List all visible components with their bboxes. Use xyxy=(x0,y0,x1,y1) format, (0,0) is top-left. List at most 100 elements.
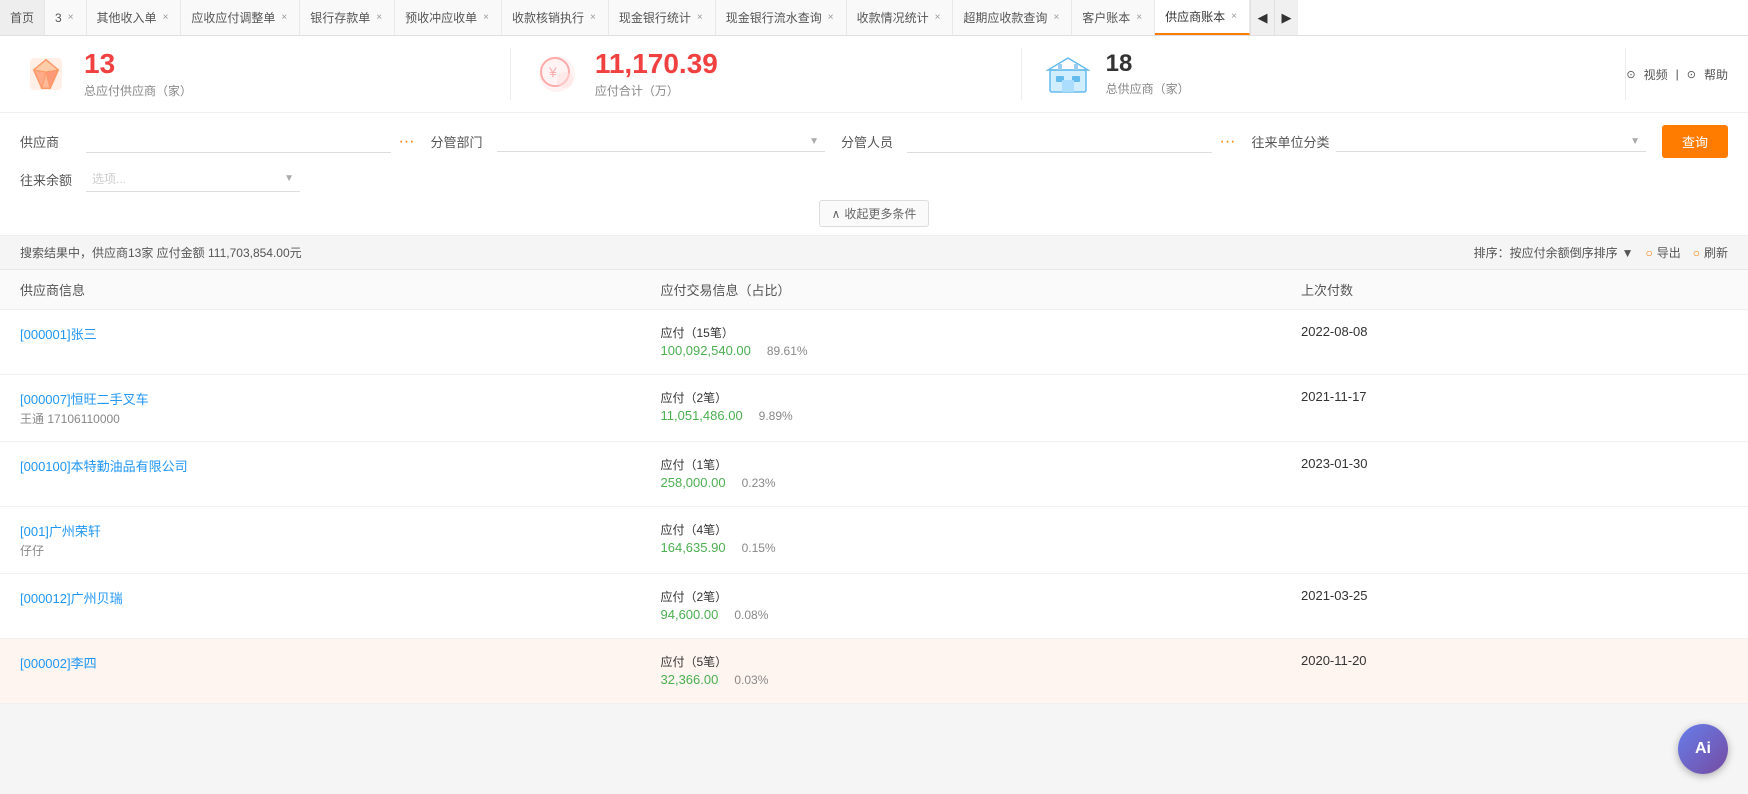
tx-label: 应付（2笔） xyxy=(661,588,1302,605)
filter-person-dots[interactable]: ··· xyxy=(1220,133,1236,151)
result-bar: 搜索结果中，供应商13家 应付金额 111,703,854.00元 排序：按应付… xyxy=(0,236,1748,270)
nav-tab-overdue-query-close[interactable]: × xyxy=(1051,12,1061,23)
tx-percent: 0.23% xyxy=(742,476,776,490)
filter-balance-value: 选项... xyxy=(92,170,126,187)
nav-tab-bank-deposit-label: 银行存款单 xyxy=(310,9,370,26)
last-pay-cell: 2022-08-08 xyxy=(1301,324,1728,339)
col-last-pay: 上次付数 xyxy=(1301,280,1728,299)
help-link[interactable]: 帮助 xyxy=(1704,66,1728,83)
filter-row-1: 供应商 ··· 分管部门 ▼ 分管人员 ··· 往来单位分类 ▼ 查询 xyxy=(20,125,1728,158)
nav-tab-3[interactable]: 3 × xyxy=(45,0,87,35)
filter-category: 往来单位分类 ▼ xyxy=(1252,132,1647,152)
tx-amount[interactable]: 11,051,486.00 xyxy=(661,408,743,423)
tx-cell: 应付（1笔） 258,000.00 0.23% xyxy=(661,456,1302,492)
nav-arrow-left[interactable]: ◀ xyxy=(1250,0,1274,35)
tx-cell: 应付（2笔） 94,600.00 0.08% xyxy=(661,588,1302,624)
help-icon: ⊙ xyxy=(1687,68,1696,81)
nav-tab-cash-bank-flow-label: 现金银行流水查询 xyxy=(726,9,822,26)
filter-category-select[interactable]: ▼ xyxy=(1336,132,1646,152)
nav-tab-cash-bank-stats-close[interactable]: × xyxy=(695,12,705,23)
nav-tab-collection-review[interactable]: 收款核销执行 × xyxy=(502,0,609,35)
nav-tab-customer-account-close[interactable]: × xyxy=(1134,12,1144,23)
filter-supplier-label: 供应商 xyxy=(20,132,80,151)
ai-assistant-button[interactable]: Ai xyxy=(1678,724,1728,774)
tx-amount[interactable]: 100,092,540.00 xyxy=(661,343,751,358)
filter-person: 分管人员 ··· xyxy=(841,130,1236,153)
nav-tab-cash-bank-stats-label: 现金银行统计 xyxy=(619,9,691,26)
nav-tab-advance-offset[interactable]: 预收冲应收单 × xyxy=(395,0,502,35)
nav-tab-other-income-close[interactable]: × xyxy=(161,12,171,23)
nav-tab-collection-review-close[interactable]: × xyxy=(588,12,598,23)
main-table: 供应商信息 应付交易信息（占比） 上次付数 [000001]张三 应付（15笔）… xyxy=(0,270,1748,704)
filter-balance: 往来余额 选项... ▼ xyxy=(20,166,300,192)
last-pay-cell: 2023-01-30 xyxy=(1301,456,1728,471)
nav-tab-collection-stats-label: 收款情况统计 xyxy=(857,9,929,26)
nav-arrow-right[interactable]: ▶ xyxy=(1274,0,1298,35)
tx-cell: 应付（5笔） 32,366.00 0.03% xyxy=(661,653,1302,689)
nav-tab-ap-adjust-close[interactable]: × xyxy=(279,12,289,23)
supplier-link[interactable]: [000001]张三 xyxy=(20,327,97,342)
nav-tab-supplier-account-close[interactable]: × xyxy=(1229,11,1239,22)
nav-tab-supplier-account[interactable]: 供应商账本 × xyxy=(1155,0,1250,35)
tx-amount[interactable]: 164,635.90 xyxy=(661,540,726,555)
supplier-link[interactable]: [001]广州荣轩 xyxy=(20,524,101,539)
stats-bar: 13 总应付供应商（家） ¥ 11,170.39 应付合计（万） xyxy=(0,36,1748,113)
nav-tab-bank-deposit-close[interactable]: × xyxy=(374,12,384,23)
nav-tab-other-income[interactable]: 其他收入单 × xyxy=(87,0,182,35)
tx-cell: 应付（2笔） 11,051,486.00 9.89% xyxy=(661,389,1302,425)
last-pay-date: 2023-01-30 xyxy=(1301,456,1368,471)
sort-icon: ▼ xyxy=(1622,246,1634,260)
ai-icon: Ai xyxy=(1695,740,1711,758)
tx-label: 应付（5笔） xyxy=(661,653,1302,670)
supplier-sub: 王通 17106110000 xyxy=(20,410,661,427)
supplier-link[interactable]: [000007]恒旺二手叉车 xyxy=(20,392,149,407)
nav-tab-collection-stats[interactable]: 收款情况统计 × xyxy=(847,0,954,35)
tx-percent: 9.89% xyxy=(759,409,793,423)
export-button[interactable]: ○ 导出 xyxy=(1645,244,1680,261)
supplier-link[interactable]: [000002]李四 xyxy=(20,656,97,671)
nav-tab-bank-deposit[interactable]: 银行存款单 × xyxy=(300,0,395,35)
query-button[interactable]: 查询 xyxy=(1662,125,1728,158)
sort-dropdown[interactable]: 排序：按应付余额倒序排序 ▼ xyxy=(1474,244,1634,261)
nav-tab-collection-stats-close[interactable]: × xyxy=(933,12,943,23)
filter-dept-select[interactable]: ▼ xyxy=(497,132,826,152)
refresh-label: 刷新 xyxy=(1704,244,1728,261)
nav-tab-cash-bank-flow-close[interactable]: × xyxy=(826,12,836,23)
filter-balance-select[interactable]: 选项... ▼ xyxy=(86,166,300,192)
refresh-icon: ○ xyxy=(1693,246,1700,260)
nav-tab-advance-offset-label: 预收冲应收单 xyxy=(405,9,477,26)
tx-amount[interactable]: 258,000.00 xyxy=(661,475,726,490)
total-suppliers-text: 18 总供应商（家） xyxy=(1106,52,1190,97)
tx-cell: 应付（15笔） 100,092,540.00 89.61% xyxy=(661,324,1302,360)
last-pay-date: 2021-03-25 xyxy=(1301,588,1368,603)
nav-tab-customer-account-label: 客户账本 xyxy=(1082,9,1130,26)
filter-supplier-dots[interactable]: ··· xyxy=(399,133,415,151)
svg-text:¥: ¥ xyxy=(548,64,557,80)
nav-tab-cash-bank-stats[interactable]: 现金银行统计 × xyxy=(609,0,716,35)
filter-supplier-input[interactable] xyxy=(86,130,391,153)
filter-balance-label: 往来余额 xyxy=(20,170,80,189)
nav-tab-customer-account[interactable]: 客户账本 × xyxy=(1072,0,1155,35)
export-label: 导出 xyxy=(1657,244,1681,261)
nav-tab-ap-adjust[interactable]: 应收应付调整单 × xyxy=(181,0,300,35)
nav-tab-cash-bank-flow[interactable]: 现金银行流水查询 × xyxy=(716,0,847,35)
filter-person-input[interactable] xyxy=(907,130,1212,153)
supplier-link[interactable]: [000100]本特勤油品有限公司 xyxy=(20,459,188,474)
ap-suppliers-label: 总应付供应商（家） xyxy=(84,82,192,99)
nav-tab-advance-offset-close[interactable]: × xyxy=(481,12,491,23)
filter-dept: 分管部门 ▼ xyxy=(431,132,826,152)
nav-tab-home[interactable]: 首页 xyxy=(0,0,45,35)
nav-tab-overdue-query[interactable]: 超期应收款查询 × xyxy=(953,0,1072,35)
nav-tab-3-close[interactable]: × xyxy=(66,12,76,23)
refresh-button[interactable]: ○ 刷新 xyxy=(1693,244,1728,261)
collapse-button[interactable]: ∧ 收起更多条件 xyxy=(819,200,930,227)
supplier-cell: [000100]本特勤油品有限公司 xyxy=(20,456,661,475)
col-supplier-info: 供应商信息 xyxy=(20,280,661,299)
supplier-link[interactable]: [000012]广州贝瑞 xyxy=(20,591,123,606)
video-link[interactable]: 视频 xyxy=(1644,66,1668,83)
tx-label: 应付（4笔） xyxy=(661,521,1302,538)
tx-amount[interactable]: 94,600.00 xyxy=(661,607,719,622)
supplier-cell: [000012]广州贝瑞 xyxy=(20,588,661,607)
result-actions: 排序：按应付余额倒序排序 ▼ ○ 导出 ○ 刷新 xyxy=(1474,244,1728,261)
tx-amount[interactable]: 32,366.00 xyxy=(661,672,719,687)
